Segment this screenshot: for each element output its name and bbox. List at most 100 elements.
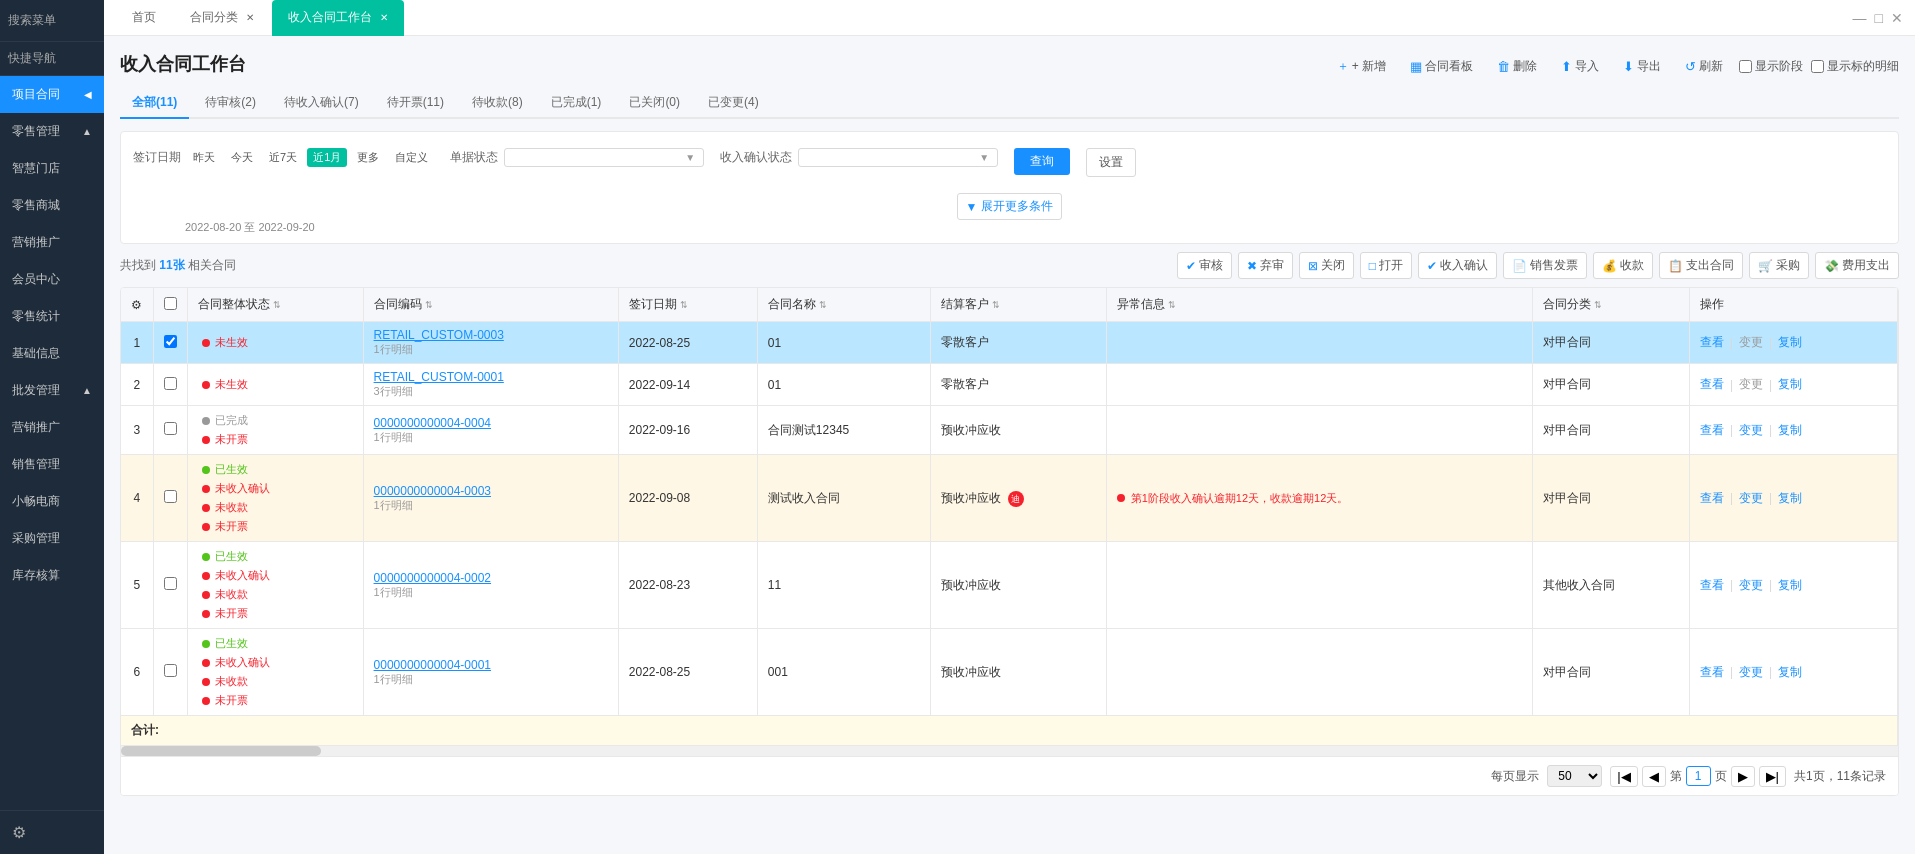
sidebar-item-retail-mall[interactable]: 零售商城 [0,187,104,224]
row2-copy-link[interactable]: 复制 [1778,376,1802,393]
code-sort-icon[interactable]: ⇅ [425,300,433,310]
sidebar-item-marketing2[interactable]: 营销推广 [0,409,104,446]
sidebar-item-purchase[interactable]: 采购管理 [0,520,104,557]
row6-edit-link[interactable]: 变更 [1739,664,1763,681]
abandon-button[interactable]: ✖ 弃审 [1238,252,1293,279]
date-sort-icon[interactable]: ⇅ [680,300,688,310]
row2-code-link[interactable]: RETAIL_CUSTOM-0001 [374,370,608,384]
tab-income-contract[interactable]: 收入合同工作台 ✕ [272,0,404,36]
custom-btn[interactable]: 自定义 [389,148,434,167]
sidebar-item-sales-manage[interactable]: 销售管理 [0,446,104,483]
select-all-checkbox[interactable] [164,297,177,310]
sidebar-item-project-contract[interactable]: 项目合同 ◀ [0,76,104,113]
income-confirm-select[interactable]: ▼ [798,148,998,167]
row5-view-link[interactable]: 查看 [1700,577,1724,594]
row4-code-link[interactable]: 0000000000004-0003 [374,484,608,498]
sidebar-item-smart-store[interactable]: 智慧门店 [0,150,104,187]
yesterday-btn[interactable]: 昨天 [187,148,221,167]
customer-sort-icon[interactable]: ⇅ [992,300,1000,310]
status-tab-closed[interactable]: 已关闭(0) [617,88,692,119]
last7days-btn[interactable]: 近7天 [263,148,303,167]
add-button[interactable]: ＋ + 新增 [1329,54,1394,79]
status-tab-pending-confirm[interactable]: 待收入确认(7) [272,88,371,119]
last-page-btn[interactable]: ▶| [1759,766,1786,787]
sidebar-item-wholesale[interactable]: 批发管理 ▲ [0,372,104,409]
delete-button[interactable]: 🗑 删除 [1489,54,1545,79]
row4-copy-link[interactable]: 复制 [1778,490,1802,507]
sidebar-item-retail-stats[interactable]: 零售统计 [0,298,104,335]
more-btn[interactable]: 更多 [351,148,385,167]
settings-icon[interactable]: ⚙ [131,298,142,312]
query-button[interactable]: 查询 [1014,148,1070,175]
sidebar-search[interactable]: 搜索菜单 [0,0,104,42]
review-button[interactable]: ✔ 审核 [1177,252,1232,279]
tab-contract-category[interactable]: 合同分类 ✕ [174,0,270,36]
status-tab-pending-review[interactable]: 待审核(2) [193,88,268,119]
income-confirm-button[interactable]: ✔ 收入确认 [1418,252,1497,279]
doc-status-select[interactable]: ▼ [504,148,704,167]
status-tab-changed[interactable]: 已变更(4) [696,88,771,119]
sidebar-quick-nav[interactable]: 快捷导航 [0,42,104,76]
cost-out-button[interactable]: 💸 费用支出 [1815,252,1899,279]
tab-home[interactable]: 首页 [116,0,172,36]
close-button[interactable]: ✕ [1891,10,1903,26]
row3-view-link[interactable]: 查看 [1700,422,1724,439]
kanban-button[interactable]: ▦ 合同看板 [1402,54,1481,79]
expense-out-button[interactable]: 📋 支出合同 [1659,252,1743,279]
row2-view-link[interactable]: 查看 [1700,376,1724,393]
import-button[interactable]: ⬆ 导入 [1553,54,1607,79]
row1-copy-link[interactable]: 复制 [1778,334,1802,351]
row4-edit-link[interactable]: 变更 [1739,490,1763,507]
first-page-btn[interactable]: |◀ [1610,766,1637,787]
row3-code-link[interactable]: 0000000000004-0004 [374,416,608,430]
purchase-button[interactable]: 🛒 采购 [1749,252,1809,279]
open-button[interactable]: □ 打开 [1360,252,1412,279]
row6-copy-link[interactable]: 复制 [1778,664,1802,681]
category-sort-icon[interactable]: ⇅ [1594,300,1602,310]
next-page-btn[interactable]: ▶ [1731,766,1755,787]
row5-code-link[interactable]: 0000000000004-0002 [374,571,608,585]
row6-view-link[interactable]: 查看 [1700,664,1724,681]
error-sort-icon[interactable]: ⇅ [1168,300,1176,310]
show-segment-input[interactable] [1739,60,1752,73]
show-segment-checkbox[interactable]: 显示阶段 [1739,58,1803,75]
show-detail-checkbox[interactable]: 显示标的明细 [1811,58,1899,75]
row3-edit-link[interactable]: 变更 [1739,422,1763,439]
minimize-button[interactable]: — [1853,10,1867,26]
expand-more-button[interactable]: ▼ 展开更多条件 [957,193,1063,220]
row5-edit-link[interactable]: 变更 [1739,577,1763,594]
name-sort-icon[interactable]: ⇅ [819,300,827,310]
setting-button[interactable]: 设置 [1086,148,1136,177]
status-tab-pending-invoice[interactable]: 待开票(11) [375,88,456,119]
sidebar-item-inventory[interactable]: 库存核算 [0,557,104,594]
last1month-btn[interactable]: 近1月 [307,148,347,167]
row1-view-link[interactable]: 查看 [1700,334,1724,351]
sidebar-item-retail-manage[interactable]: 零售管理 ▲ [0,113,104,150]
row4-view-link[interactable]: 查看 [1700,490,1724,507]
scroll-thumb[interactable] [121,746,321,756]
status-tab-all[interactable]: 全部(11) [120,88,189,119]
status-tab-pending-payment[interactable]: 待收款(8) [460,88,535,119]
export-button[interactable]: ⬇ 导出 [1615,54,1669,79]
maximize-button[interactable]: □ [1875,10,1883,26]
sales-invoice-button[interactable]: 📄 销售发票 [1503,252,1587,279]
refresh-button[interactable]: ↺ 刷新 [1677,54,1731,79]
gear-icon[interactable]: ⚙ [12,824,26,841]
collect-button[interactable]: 💰 收款 [1593,252,1653,279]
row6-code-link[interactable]: 0000000000004-0001 [374,658,608,672]
row3-copy-link[interactable]: 复制 [1778,422,1802,439]
row1-code-link[interactable]: RETAIL_CUSTOM-0003 [374,328,608,342]
sidebar-item-member[interactable]: 会员中心 [0,261,104,298]
status-sort-icon[interactable]: ⇅ [273,300,281,310]
show-detail-input[interactable] [1811,60,1824,73]
tab-close-income-contract[interactable]: ✕ [380,12,388,23]
horizontal-scrollbar[interactable] [121,746,1898,756]
sidebar-item-ecommerce[interactable]: 小畅电商 [0,483,104,520]
today-btn[interactable]: 今天 [225,148,259,167]
per-page-select[interactable]: 50 100 200 [1547,765,1602,787]
row5-copy-link[interactable]: 复制 [1778,577,1802,594]
close-contract-button[interactable]: ⊠ 关闭 [1299,252,1354,279]
status-tab-completed[interactable]: 已完成(1) [539,88,614,119]
sidebar-item-basic-info[interactable]: 基础信息 [0,335,104,372]
sidebar-item-marketing[interactable]: 营销推广 [0,224,104,261]
